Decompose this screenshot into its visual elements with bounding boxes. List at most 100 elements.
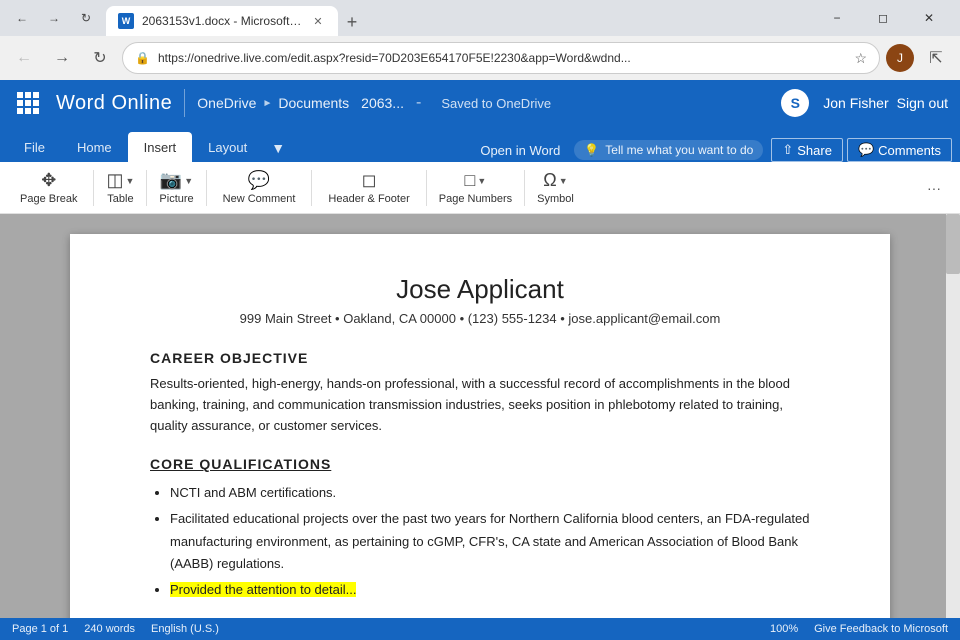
onedrive-nav[interactable]: OneDrive ► Documents [197,95,349,111]
ribbon-sep-1 [93,170,94,206]
document-page: Jose Applicant 999 Main Street • Oakland… [70,234,890,618]
minimize-button[interactable]: − [814,0,860,36]
tab-title: 2063153v1.docx - Microsoft W [142,14,302,28]
header-footer-label: Header & Footer [328,193,409,205]
share-label: Share [797,143,832,158]
qualification-item-2: Facilitated educational projects over th… [170,508,810,574]
address-bar: ← → ↻ 🔒 https://onedrive.live.com/edit.a… [0,36,960,80]
document-applicant-name: Jose Applicant [150,274,810,305]
onedrive-label: OneDrive [197,95,256,111]
breadcrumb-chevron: ► [262,98,272,109]
doc-separator: - [416,94,421,112]
more-commands-icon: ··· [927,180,941,196]
tab-favicon: W [118,13,134,29]
app-name: Word Online [56,92,172,115]
tell-me-input[interactable]: 💡 Tell me what you want to do [574,140,763,160]
symbol-label: Symbol [537,193,574,205]
forward-button[interactable]: → [40,4,68,32]
refresh-nav-button[interactable]: ↻ [84,42,116,74]
documents-label: Documents [278,95,349,111]
picture-command[interactable]: 📷 ▼ Picture [155,166,197,209]
picture-icon: 📷 [160,170,182,191]
qualification-item-3: Provided the attention to detail... [170,579,810,601]
saved-status: Saved to OneDrive [441,96,551,111]
reload-button[interactable]: ↻ [72,4,100,32]
tab-file[interactable]: File [8,132,61,162]
symbol-icon: Ω [543,170,556,191]
comments-label: Comments [878,143,941,158]
table-icon: ◫ [106,170,123,191]
scrollbar-track[interactable] [946,214,960,618]
comments-button[interactable]: 💬 Comments [847,138,952,162]
new-tab-button[interactable]: + [338,8,366,36]
page-numbers-icon: □ [465,170,476,191]
tab-close-button[interactable]: ✕ [310,13,326,29]
url-bar[interactable]: 🔒 https://onedrive.live.com/edit.aspx?re… [122,42,880,74]
page-numbers-label: Page Numbers [439,193,512,205]
table-command[interactable]: ◫ ▼ Table [102,166,138,209]
tab-home[interactable]: Home [61,132,128,162]
comment-icon: 💬 [858,142,874,158]
header-footer-icon: ◻ [362,170,377,191]
page-numbers-dropdown-arrow: ▼ [477,176,486,186]
document-area: Jose Applicant 999 Main Street • Oakland… [0,214,960,618]
statusbar: Page 1 of 1 240 words English (U.S.) 100… [0,618,960,640]
forward-nav-button[interactable]: → [46,42,78,74]
open-in-word-button[interactable]: Open in Word [470,139,570,162]
share-button[interactable]: ⇧ Share [771,138,843,162]
user-name: Jon Fisher [823,95,888,111]
ribbon-tabs: File Home Insert Layout ▼ Open in Word 💡… [0,126,960,162]
ribbon-sep-2 [146,170,147,206]
skype-logo: S [781,89,809,117]
new-comment-command[interactable]: 💬 New Comment [215,166,304,209]
qualifications-list: NCTI and ABM certifications. Facilitated… [150,482,810,600]
waffle-button[interactable] [12,87,44,119]
new-comment-icon: 💬 [248,170,270,191]
career-objective-title: CAREER OBJECTIVE [150,350,810,366]
maximize-button[interactable]: ◻ [860,0,906,36]
scrollbar-thumb[interactable] [946,214,960,274]
table-dropdown-arrow: ▼ [126,176,135,186]
feedback-label[interactable]: Give Feedback to Microsoft [814,623,948,635]
page-break-command[interactable]: ✥ Page Break [12,166,85,209]
document-contact-info: 999 Main Street • Oakland, CA 00000 • (1… [150,311,810,326]
zoom-level: 100% [770,623,798,635]
ribbon-more-commands-button[interactable]: ··· [920,174,948,202]
page-numbers-command[interactable]: □ ▼ Page Numbers [435,166,516,209]
user-info: Jon Fisher Sign out [823,95,948,111]
page-break-icon: ✥ [41,170,56,191]
profile-icon[interactable]: J [886,44,914,72]
tab-insert[interactable]: Insert [128,132,193,162]
tell-me-label: Tell me what you want to do [605,143,753,157]
back-button[interactable]: ← [8,4,36,32]
picture-dropdown-arrow: ▼ [184,176,193,186]
table-label: Table [107,193,133,205]
share-icon: ⇧ [782,142,793,158]
header-footer-command[interactable]: ◻ Header & Footer [320,166,417,209]
lightbulb-icon: 💡 [584,143,599,157]
page-break-label: Page Break [20,193,77,205]
close-button[interactable]: ✕ [906,0,952,36]
ribbon-sep-4 [311,170,312,206]
appbar-separator [184,89,185,117]
tab-layout[interactable]: Layout [192,132,263,162]
ribbon-tabs-more[interactable]: ▼ [263,134,293,162]
skype-icon[interactable]: S [779,87,811,119]
ribbon-sep-6 [524,170,525,206]
symbol-dropdown-arrow: ▼ [559,176,568,186]
word-appbar: Word Online OneDrive ► Documents 2063...… [0,80,960,126]
symbol-command[interactable]: Ω ▼ Symbol [533,166,578,209]
picture-label: Picture [159,193,193,205]
core-qualifications-title: CORE QUALIFICATIONS [150,456,810,472]
back-nav-button[interactable]: ← [8,42,40,74]
qualification-item-1: NCTI and ABM certifications. [170,482,810,504]
bookmark-icon[interactable]: ☆ [854,50,867,67]
ribbon-commands: ✥ Page Break ◫ ▼ Table 📷 ▼ Picture 💬 New… [0,162,960,214]
sign-out-button[interactable]: Sign out [897,95,948,111]
new-comment-label: New Comment [223,193,296,205]
career-objective-text: Results-oriented, high-energy, hands-on … [150,374,810,436]
page-info: Page 1 of 1 [12,623,68,635]
extensions-button[interactable]: ⇱ [920,42,952,74]
active-tab[interactable]: W 2063153v1.docx - Microsoft W ✕ [106,6,338,36]
url-text: https://onedrive.live.com/edit.aspx?resi… [158,51,846,65]
